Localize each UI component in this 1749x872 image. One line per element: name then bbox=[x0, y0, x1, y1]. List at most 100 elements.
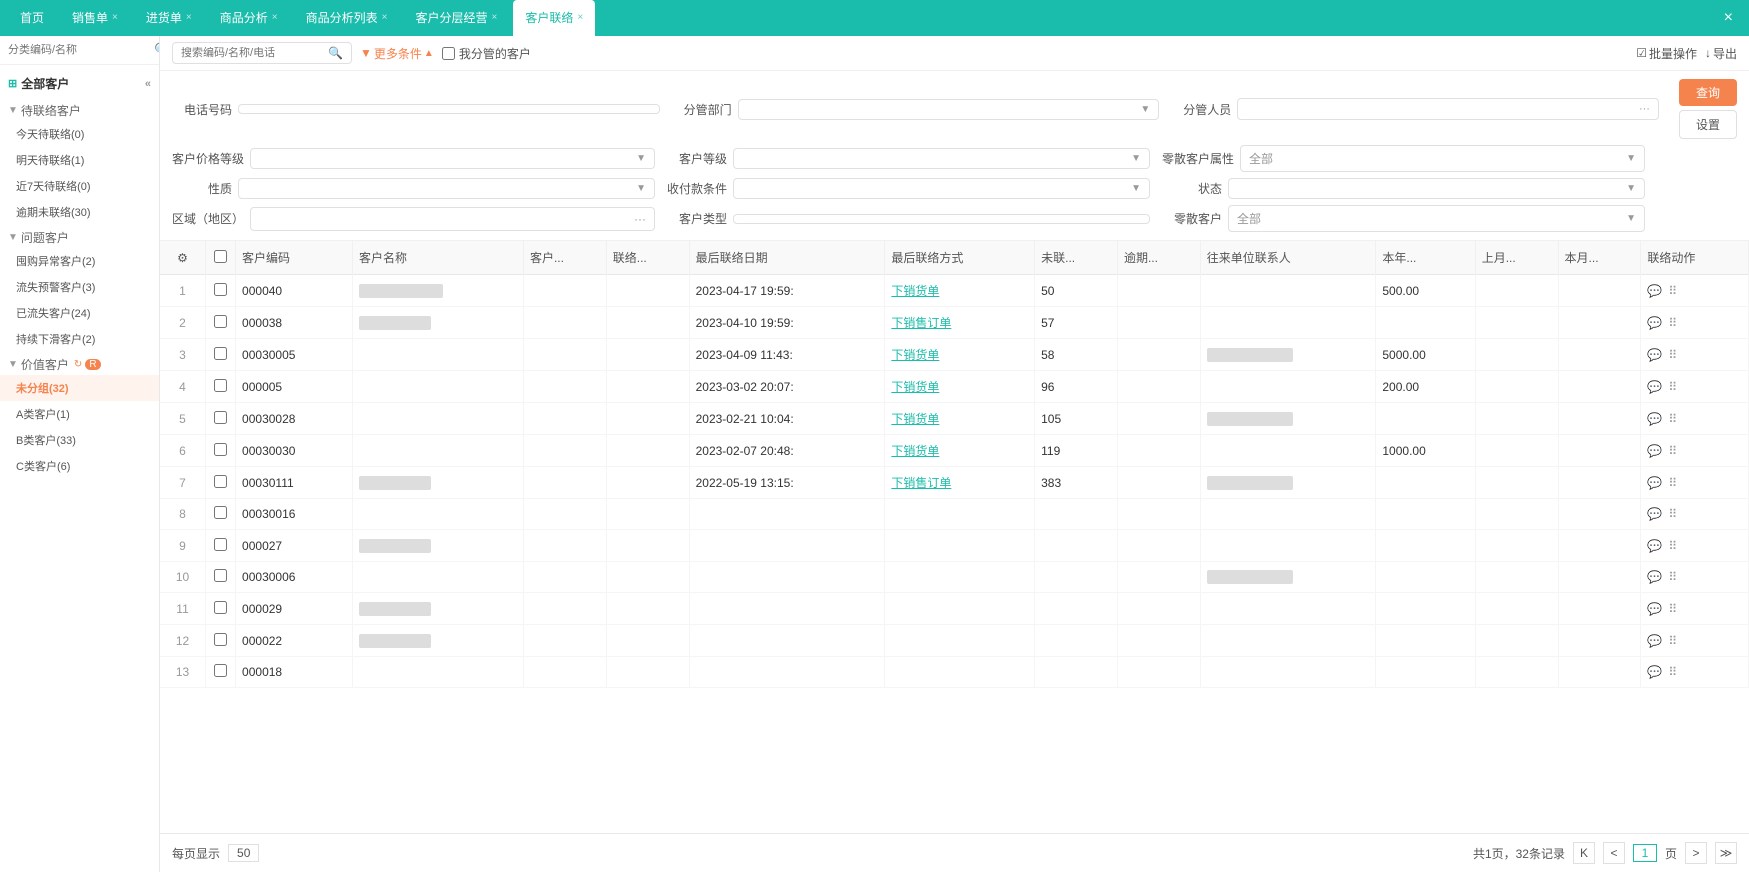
status-input[interactable]: ▼ bbox=[1228, 178, 1645, 199]
export-btn[interactable]: ↓ 导出 bbox=[1705, 45, 1737, 62]
row-checkbox[interactable] bbox=[206, 435, 236, 467]
payment-input[interactable]: ▼ bbox=[733, 178, 1150, 199]
chat-icon[interactable]: 💬 bbox=[1647, 412, 1662, 426]
row-checkbox[interactable] bbox=[206, 307, 236, 339]
chat-icon[interactable]: 💬 bbox=[1647, 380, 1662, 394]
current-page[interactable]: 1 bbox=[1633, 844, 1657, 862]
nav-tab-customer-contact[interactable]: 客户联络 × bbox=[513, 0, 595, 36]
row-last-method[interactable]: 下销售订单 bbox=[885, 307, 1035, 339]
nav-tab-analysis[interactable]: 商品分析 × bbox=[208, 0, 290, 36]
page-size-value[interactable]: 50 bbox=[228, 844, 259, 862]
more-icon[interactable]: ⠿ bbox=[1668, 412, 1677, 426]
row-checkbox[interactable] bbox=[206, 499, 236, 530]
close-tab-purchase-icon[interactable]: × bbox=[186, 0, 192, 36]
refresh-icon[interactable]: ↻ bbox=[74, 359, 82, 370]
retail-attr-input[interactable]: 全部 ▼ bbox=[1240, 145, 1645, 172]
close-tab-analysis-icon[interactable]: × bbox=[272, 0, 278, 36]
search-icon[interactable]: 🔍 bbox=[328, 46, 343, 60]
more-icon[interactable]: ⠿ bbox=[1668, 476, 1677, 490]
row-last-method[interactable]: 下销货单 bbox=[885, 435, 1035, 467]
row-checkbox[interactable] bbox=[206, 403, 236, 435]
sidebar-item-abnormal[interactable]: 囤购异常客户(2) bbox=[0, 248, 159, 274]
chat-icon[interactable]: 💬 bbox=[1647, 634, 1662, 648]
nature-input[interactable]: ▼ bbox=[238, 178, 655, 199]
chat-icon[interactable]: 💬 bbox=[1647, 348, 1662, 362]
reset-button[interactable]: 设置 bbox=[1679, 110, 1737, 139]
more-icon[interactable]: ⠿ bbox=[1668, 284, 1677, 298]
row-checkbox[interactable] bbox=[206, 371, 236, 403]
row-checkbox[interactable] bbox=[206, 530, 236, 562]
more-icon[interactable]: ⠿ bbox=[1668, 539, 1677, 553]
cust-level-input[interactable]: ▼ bbox=[733, 148, 1150, 169]
sidebar-item-c-class[interactable]: C类客户(6) bbox=[0, 453, 159, 479]
more-icon[interactable]: ⠿ bbox=[1668, 316, 1677, 330]
all-customers-header[interactable]: ⊞ 全部客户 « bbox=[0, 69, 159, 98]
more-icon[interactable]: ⠿ bbox=[1668, 507, 1677, 521]
close-all-icon[interactable]: × bbox=[1716, 9, 1741, 27]
chat-icon[interactable]: 💬 bbox=[1647, 665, 1662, 679]
row-last-method[interactable]: 下销货单 bbox=[885, 403, 1035, 435]
row-checkbox[interactable] bbox=[206, 625, 236, 657]
more-icon[interactable]: ⠿ bbox=[1668, 634, 1677, 648]
chat-icon[interactable]: 💬 bbox=[1647, 444, 1662, 458]
chat-icon[interactable]: 💬 bbox=[1647, 284, 1662, 298]
more-icon[interactable]: ⠿ bbox=[1668, 602, 1677, 616]
batch-op-btn[interactable]: ☑ 批量操作 bbox=[1636, 45, 1697, 62]
price-input[interactable]: ▼ bbox=[250, 148, 655, 169]
close-tab-customer-tier-icon[interactable]: × bbox=[491, 0, 497, 36]
person-more-icon[interactable]: ··· bbox=[1639, 103, 1650, 115]
region-input[interactable]: ··· bbox=[250, 207, 655, 231]
next-page-btn[interactable]: > bbox=[1685, 842, 1707, 864]
sidebar-item-churned[interactable]: 已流失客户(24) bbox=[0, 300, 159, 326]
sidebar-item-ungroup[interactable]: 未分组(32) bbox=[0, 375, 159, 401]
row-checkbox[interactable] bbox=[206, 339, 236, 371]
region-more-icon[interactable]: ··· bbox=[634, 212, 646, 226]
more-icon[interactable]: ⠿ bbox=[1668, 570, 1677, 584]
my-customer-checkbox[interactable] bbox=[442, 47, 455, 60]
more-icon[interactable]: ⠿ bbox=[1668, 665, 1677, 679]
sidebar-item-tomorrow[interactable]: 明天待联络(1) bbox=[0, 147, 159, 173]
last-page-btn[interactable]: ≫ bbox=[1715, 842, 1737, 864]
row-last-method[interactable] bbox=[885, 593, 1035, 625]
retail-cust-input[interactable]: 全部 ▼ bbox=[1228, 205, 1645, 232]
chat-icon[interactable]: 💬 bbox=[1647, 316, 1662, 330]
close-tab-customer-contact-icon[interactable]: × bbox=[577, 0, 583, 36]
row-checkbox[interactable] bbox=[206, 562, 236, 593]
select-all-checkbox[interactable] bbox=[214, 250, 227, 263]
chat-icon[interactable]: 💬 bbox=[1647, 476, 1662, 490]
query-button[interactable]: 查询 bbox=[1679, 79, 1737, 106]
checkbox-col-header[interactable] bbox=[206, 241, 236, 275]
collapse-icon[interactable]: « bbox=[145, 78, 151, 90]
row-last-method[interactable] bbox=[885, 657, 1035, 688]
nav-home[interactable]: 首页 bbox=[8, 0, 56, 36]
sidebar-item-churn-warn[interactable]: 流失预警客户(3) bbox=[0, 274, 159, 300]
more-filter-btn[interactable]: ▼ 更多条件 ▲ bbox=[360, 45, 434, 62]
chat-icon[interactable]: 💬 bbox=[1647, 539, 1662, 553]
row-last-method[interactable] bbox=[885, 562, 1035, 593]
row-checkbox[interactable] bbox=[206, 467, 236, 499]
my-customer-toggle[interactable]: 我分管的客户 bbox=[442, 45, 531, 62]
row-checkbox[interactable] bbox=[206, 275, 236, 307]
prev-page-btn[interactable]: < bbox=[1603, 842, 1625, 864]
row-last-method[interactable] bbox=[885, 530, 1035, 562]
nav-tab-purchase[interactable]: 进货单 × bbox=[134, 0, 204, 36]
chat-icon[interactable]: 💬 bbox=[1647, 570, 1662, 584]
nav-tab-analysis-list[interactable]: 商品分析列表 × bbox=[294, 0, 400, 36]
sidebar-item-b-class[interactable]: B类客户(33) bbox=[0, 427, 159, 453]
nav-tab-sales[interactable]: 销售单 × bbox=[60, 0, 130, 36]
close-tab-sales-icon[interactable]: × bbox=[112, 0, 118, 36]
cust-type-input[interactable] bbox=[733, 214, 1150, 224]
sidebar-search-input[interactable] bbox=[8, 44, 150, 56]
phone-input[interactable] bbox=[238, 104, 660, 114]
nav-tab-customer-tier[interactable]: 客户分层经营 × bbox=[403, 0, 509, 36]
chat-icon[interactable]: 💬 bbox=[1647, 507, 1662, 521]
more-icon[interactable]: ⠿ bbox=[1668, 380, 1677, 394]
more-icon[interactable]: ⠿ bbox=[1668, 348, 1677, 362]
close-tab-analysis-list-icon[interactable]: × bbox=[382, 0, 388, 36]
first-page-btn[interactable]: K bbox=[1573, 842, 1595, 864]
row-last-method[interactable]: 下销货单 bbox=[885, 275, 1035, 307]
chat-icon[interactable]: 💬 bbox=[1647, 602, 1662, 616]
row-last-method[interactable]: 下销售订单 bbox=[885, 467, 1035, 499]
settings-col-header[interactable]: ⚙ bbox=[160, 241, 206, 275]
sidebar-item-a-class[interactable]: A类客户(1) bbox=[0, 401, 159, 427]
